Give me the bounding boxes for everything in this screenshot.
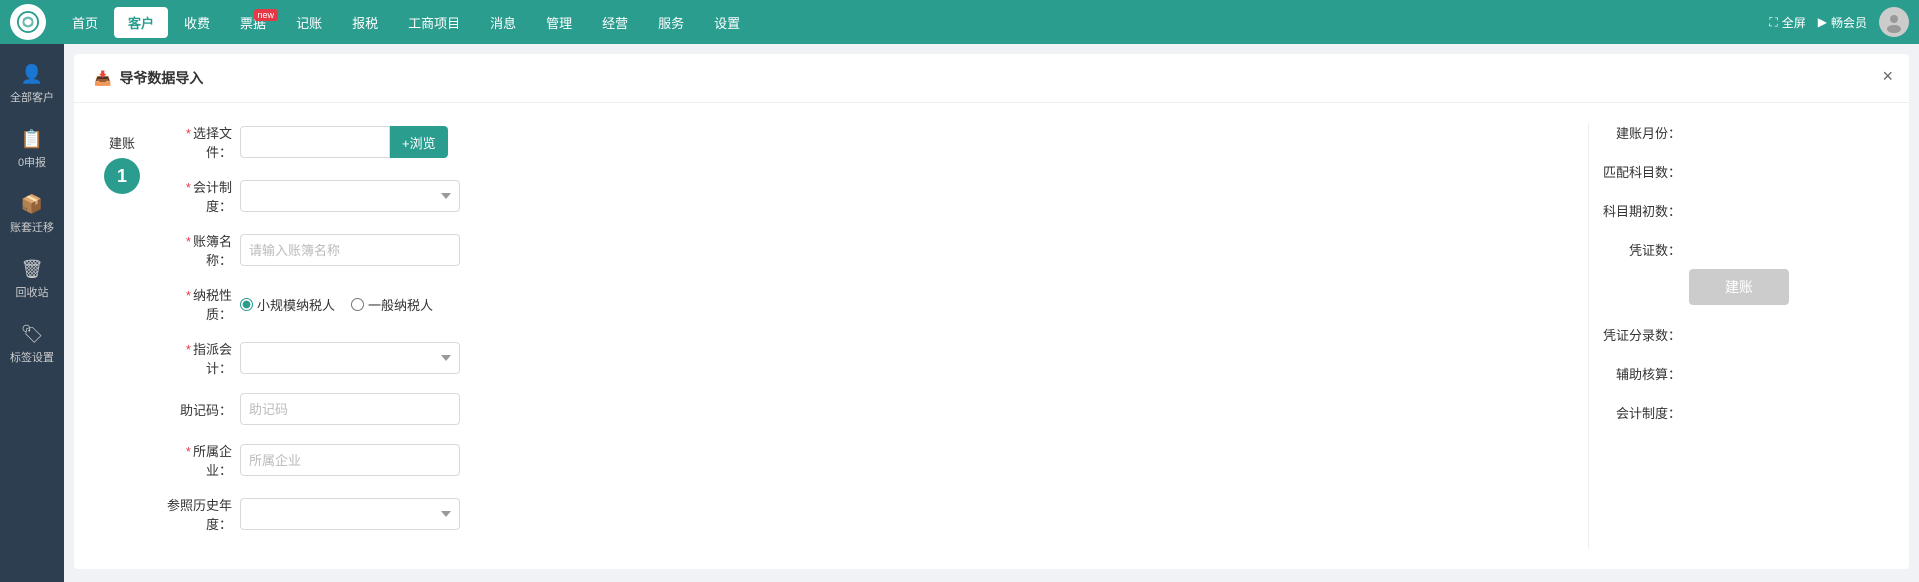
- init-balance-row: 科目期初数：: [1599, 201, 1879, 220]
- accounting-select[interactable]: [240, 180, 460, 212]
- company-input[interactable]: [240, 444, 460, 476]
- zero-declare-icon: 📋: [21, 129, 43, 150]
- radio-small-input[interactable]: [240, 298, 253, 311]
- match-subjects-label: 匹配科目数：: [1599, 162, 1689, 181]
- logo: [10, 4, 46, 40]
- nav-management[interactable]: 管理: [532, 7, 586, 38]
- nav-operations[interactable]: 经营: [588, 7, 642, 38]
- sidebar: 👤 全部客户 📋 0申报 📦 账套迁移 🗑 回收站 🏷 标签设置: [0, 44, 64, 582]
- form-left: 建账 1 选择文件： +浏览: [104, 123, 1578, 549]
- sidebar-item-zero-declare[interactable]: 📋 0申报: [0, 119, 64, 180]
- memo-label: 助记码：: [160, 400, 240, 419]
- browse-button[interactable]: +浏览: [390, 126, 448, 158]
- accounting-system-row: 会计制度：: [1599, 403, 1879, 422]
- aux-calc-label: 辅助核算：: [1599, 364, 1689, 383]
- avatar-icon: [1883, 11, 1905, 33]
- nav-clients[interactable]: 客户: [114, 7, 168, 38]
- member-btn[interactable]: ▶ 畅会员: [1818, 14, 1867, 31]
- memo-row: 助记码：: [160, 393, 1578, 425]
- nav-messages[interactable]: 消息: [476, 7, 530, 38]
- play-icon: ▶: [1818, 15, 1827, 29]
- accountant-label: 指派会计：: [160, 339, 240, 377]
- new-badge: new: [254, 9, 279, 21]
- ref-year-select[interactable]: [240, 498, 460, 530]
- ledger-name-row: 账簿名称：: [160, 231, 1578, 269]
- nav-accounting[interactable]: 记账: [282, 7, 336, 38]
- tax-label: 纳税性质：: [160, 285, 240, 323]
- build-account-button[interactable]: 建账: [1689, 269, 1789, 305]
- sidebar-item-recycle[interactable]: 🗑 回收站: [0, 249, 64, 310]
- nav-items: 首页 客户 收费 票据 new 记账 报税 工商项目 消息 管理 经营 服务 设…: [58, 7, 1769, 38]
- fullscreen-btn[interactable]: ⛶ 全屏: [1769, 14, 1805, 31]
- aux-calc-row: 辅助核算：: [1599, 364, 1879, 383]
- radio-small-scale[interactable]: 小规模纳税人: [240, 295, 335, 314]
- import-icon: 📥: [94, 70, 111, 87]
- close-button[interactable]: ×: [1882, 66, 1893, 87]
- form-wrapper: 建账 1 选择文件： +浏览: [74, 103, 1909, 569]
- nav-services[interactable]: 服务: [644, 7, 698, 38]
- avatar[interactable]: [1879, 7, 1909, 37]
- nav-tax[interactable]: 报税: [338, 7, 392, 38]
- file-input-row: +浏览: [240, 126, 448, 158]
- top-navigation: 首页 客户 收费 票据 new 记账 报税 工商项目 消息 管理 经营 服务 设…: [0, 0, 1919, 44]
- main-layout: 👤 全部客户 📋 0申报 📦 账套迁移 🗑 回收站 🏷 标签设置 📥 导爷数据导…: [0, 44, 1919, 582]
- voucher-entries-row: 凭证分录数：: [1599, 325, 1879, 344]
- accounting-row: 会计制度：: [160, 177, 1578, 215]
- step-circle-1: 1: [104, 158, 140, 194]
- vouchers-row: 凭证数：: [1599, 240, 1879, 259]
- sidebar-item-migrate[interactable]: 📦 账套迁移: [0, 184, 64, 245]
- radio-general[interactable]: 一般纳税人: [351, 295, 433, 314]
- panel-header: 📥 导爷数据导入: [74, 54, 1909, 103]
- ledger-name-label: 账簿名称：: [160, 231, 240, 269]
- form-section: 选择文件： +浏览 会计制度：: [160, 123, 1578, 549]
- build-month-label: 建账月份：: [1599, 123, 1689, 142]
- nav-settings[interactable]: 设置: [700, 7, 754, 38]
- tax-radio-group: 小规模纳税人 一般纳税人: [240, 295, 433, 314]
- init-balance-label: 科目期初数：: [1599, 201, 1689, 220]
- accountant-select[interactable]: [240, 342, 460, 374]
- accounting-label: 会计制度：: [160, 177, 240, 215]
- fullscreen-icon: ⛶: [1769, 15, 1777, 30]
- radio-general-input[interactable]: [351, 298, 364, 311]
- company-label: 所属企业：: [160, 441, 240, 479]
- nav-right: ⛶ 全屏 ▶ 畅会员: [1769, 7, 1909, 37]
- tax-row: 纳税性质： 小规模纳税人 一般纳税人: [160, 285, 1578, 323]
- migrate-icon: 📦: [21, 194, 43, 215]
- build-month-row: 建账月份：: [1599, 123, 1879, 142]
- recycle-icon: 🗑: [21, 259, 44, 280]
- tags-icon: 🏷: [21, 324, 44, 345]
- voucher-entries-label: 凭证分录数：: [1599, 325, 1689, 344]
- accounting-system-label: 会计制度：: [1599, 403, 1689, 422]
- company-row: 所属企业：: [160, 441, 1578, 479]
- ref-year-row: 参照历史年度：: [160, 495, 1578, 533]
- match-subjects-row: 匹配科目数：: [1599, 162, 1879, 181]
- panel: 📥 导爷数据导入 × 建账 1 选择文件：: [74, 54, 1909, 569]
- nav-fees[interactable]: 收费: [170, 7, 224, 38]
- ref-year-label: 参照历史年度：: [160, 495, 240, 533]
- file-label: 选择文件：: [160, 123, 240, 161]
- nav-invoices[interactable]: 票据 new: [226, 7, 280, 38]
- sidebar-item-all-clients[interactable]: 👤 全部客户: [0, 54, 64, 115]
- accountant-row: 指派会计：: [160, 339, 1578, 377]
- file-input[interactable]: [240, 126, 390, 158]
- vouchers-label: 凭证数：: [1599, 240, 1689, 259]
- sidebar-item-tags[interactable]: 🏷 标签设置: [0, 314, 64, 375]
- step1-label: 建账: [109, 133, 135, 152]
- nav-business[interactable]: 工商项目: [394, 7, 474, 38]
- vertical-divider: [1588, 123, 1589, 549]
- file-row: 选择文件： +浏览: [160, 123, 1578, 161]
- logo-icon: [17, 11, 39, 33]
- ledger-name-input[interactable]: [240, 234, 460, 266]
- form-right: 建账月份： 匹配科目数： 科目期初数： 凭证数：: [1599, 123, 1879, 549]
- nav-home[interactable]: 首页: [58, 7, 112, 38]
- content-area: 📥 导爷数据导入 × 建账 1 选择文件：: [64, 44, 1919, 582]
- panel-title: 导爷数据导入: [119, 68, 203, 88]
- memo-input[interactable]: [240, 393, 460, 425]
- all-clients-icon: 👤: [21, 64, 43, 85]
